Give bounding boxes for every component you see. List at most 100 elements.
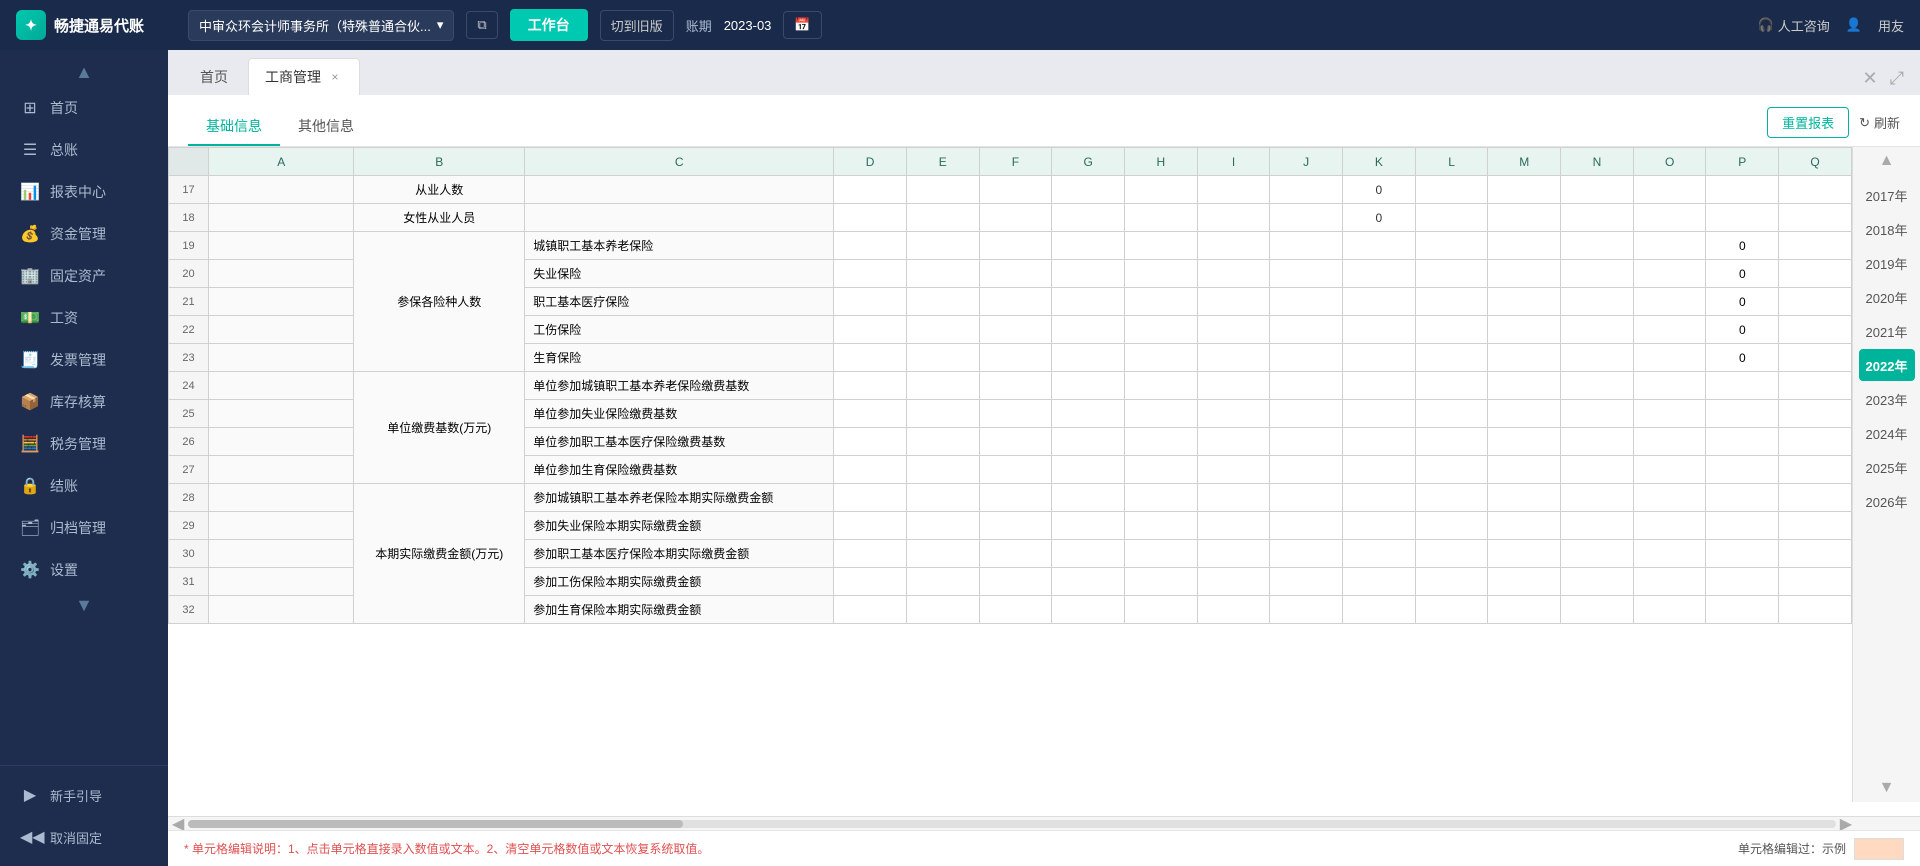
cell-k[interactable] <box>1343 484 1416 512</box>
cell-p[interactable] <box>1706 484 1779 512</box>
cell-c[interactable]: 失业保险 <box>525 260 834 288</box>
cell-j[interactable] <box>1270 232 1343 260</box>
workbench-button[interactable]: 工作台 <box>510 9 588 41</box>
cell-n[interactable] <box>1561 316 1634 344</box>
cell-f[interactable] <box>979 316 1052 344</box>
cell-e[interactable] <box>906 316 979 344</box>
cell-d[interactable] <box>834 568 907 596</box>
cell-j[interactable] <box>1270 288 1343 316</box>
cell-e[interactable] <box>906 596 979 624</box>
cell-j[interactable] <box>1270 176 1343 204</box>
cell-d[interactable] <box>834 596 907 624</box>
user-label[interactable]: 用友 <box>1878 16 1904 35</box>
cell-p[interactable]: 0 <box>1706 344 1779 372</box>
cell-d[interactable] <box>834 512 907 540</box>
cell-e[interactable] <box>906 512 979 540</box>
table-row[interactable]: 28本期实际缴费金额(万元)参加城镇职工基本养老保险本期实际缴费金额 <box>169 484 1852 512</box>
sub-tab-other[interactable]: 其他信息 <box>280 108 372 146</box>
cell-l[interactable] <box>1415 316 1488 344</box>
cell-i[interactable] <box>1197 484 1270 512</box>
cell-a[interactable] <box>209 372 354 400</box>
cell-b[interactable]: 女性从业人员 <box>354 204 525 232</box>
cell-i[interactable] <box>1197 400 1270 428</box>
cell-p[interactable]: 0 <box>1706 232 1779 260</box>
cell-l[interactable] <box>1415 344 1488 372</box>
cell-j[interactable] <box>1270 316 1343 344</box>
cell-l[interactable] <box>1415 428 1488 456</box>
cell-h[interactable] <box>1124 232 1197 260</box>
cell-q[interactable] <box>1779 316 1852 344</box>
cell-n[interactable] <box>1561 372 1634 400</box>
cell-g[interactable] <box>1052 596 1125 624</box>
cell-a[interactable] <box>209 568 354 596</box>
cell-k[interactable]: 0 <box>1343 176 1416 204</box>
cell-d[interactable] <box>834 484 907 512</box>
cell-i[interactable] <box>1197 176 1270 204</box>
cell-o[interactable] <box>1633 568 1706 596</box>
cell-i[interactable] <box>1197 344 1270 372</box>
cell-i[interactable] <box>1197 512 1270 540</box>
cell-n[interactable] <box>1561 484 1634 512</box>
cell-n[interactable] <box>1561 540 1634 568</box>
year-item[interactable]: 2018年 <box>1859 213 1915 245</box>
cell-f[interactable] <box>979 232 1052 260</box>
cell-q[interactable] <box>1779 288 1852 316</box>
cell-p[interactable] <box>1706 176 1779 204</box>
sidebar-item-assets[interactable]: 🏢 固定资产 <box>0 255 168 297</box>
cell-k[interactable] <box>1343 372 1416 400</box>
cell-c[interactable] <box>525 204 834 232</box>
sidebar-scroll-down[interactable]: ▼ <box>0 591 168 620</box>
cell-c[interactable]: 参加生育保险本期实际缴费金额 <box>525 596 834 624</box>
year-panel-down-button[interactable]: ▼ <box>1853 774 1920 802</box>
cell-e[interactable] <box>906 176 979 204</box>
cell-f[interactable] <box>979 344 1052 372</box>
cell-n[interactable] <box>1561 512 1634 540</box>
year-item[interactable]: 2025年 <box>1859 451 1915 483</box>
cell-f[interactable] <box>979 484 1052 512</box>
cell-i[interactable] <box>1197 288 1270 316</box>
cell-f[interactable] <box>979 176 1052 204</box>
year-item[interactable]: 2022年 <box>1859 349 1915 381</box>
cell-q[interactable] <box>1779 428 1852 456</box>
cell-k[interactable]: 0 <box>1343 204 1416 232</box>
cell-c[interactable]: 单位参加城镇职工基本养老保险缴费基数 <box>525 372 834 400</box>
cell-i[interactable] <box>1197 456 1270 484</box>
cell-p[interactable] <box>1706 596 1779 624</box>
cell-d[interactable] <box>834 400 907 428</box>
cell-o[interactable] <box>1633 512 1706 540</box>
cell-a[interactable] <box>209 204 354 232</box>
year-item[interactable]: 2023年 <box>1859 383 1915 415</box>
cell-l[interactable] <box>1415 596 1488 624</box>
cell-i[interactable] <box>1197 596 1270 624</box>
cell-o[interactable] <box>1633 456 1706 484</box>
cell-g[interactable] <box>1052 568 1125 596</box>
cell-m[interactable] <box>1488 204 1561 232</box>
cell-f[interactable] <box>979 372 1052 400</box>
cell-o[interactable] <box>1633 596 1706 624</box>
cell-h[interactable] <box>1124 316 1197 344</box>
cell-l[interactable] <box>1415 568 1488 596</box>
calendar-button[interactable]: 📅 <box>783 11 821 39</box>
cell-n[interactable] <box>1561 288 1634 316</box>
cell-c[interactable]: 参加城镇职工基本养老保险本期实际缴费金额 <box>525 484 834 512</box>
cell-c[interactable]: 城镇职工基本养老保险 <box>525 232 834 260</box>
cell-k[interactable] <box>1343 568 1416 596</box>
cell-i[interactable] <box>1197 204 1270 232</box>
cell-b[interactable]: 本期实际缴费金额(万元) <box>354 484 525 624</box>
cell-n[interactable] <box>1561 596 1634 624</box>
cell-j[interactable] <box>1270 568 1343 596</box>
cell-l[interactable] <box>1415 372 1488 400</box>
window-expand-button[interactable]: ⤢ <box>1890 68 1904 89</box>
cell-q[interactable] <box>1779 484 1852 512</box>
cell-l[interactable] <box>1415 232 1488 260</box>
cell-g[interactable] <box>1052 316 1125 344</box>
cell-p[interactable] <box>1706 540 1779 568</box>
cell-e[interactable] <box>906 400 979 428</box>
cell-l[interactable] <box>1415 204 1488 232</box>
cell-h[interactable] <box>1124 484 1197 512</box>
cell-m[interactable] <box>1488 372 1561 400</box>
cell-q[interactable] <box>1779 344 1852 372</box>
cell-k[interactable] <box>1343 316 1416 344</box>
cell-n[interactable] <box>1561 428 1634 456</box>
cell-n[interactable] <box>1561 232 1634 260</box>
